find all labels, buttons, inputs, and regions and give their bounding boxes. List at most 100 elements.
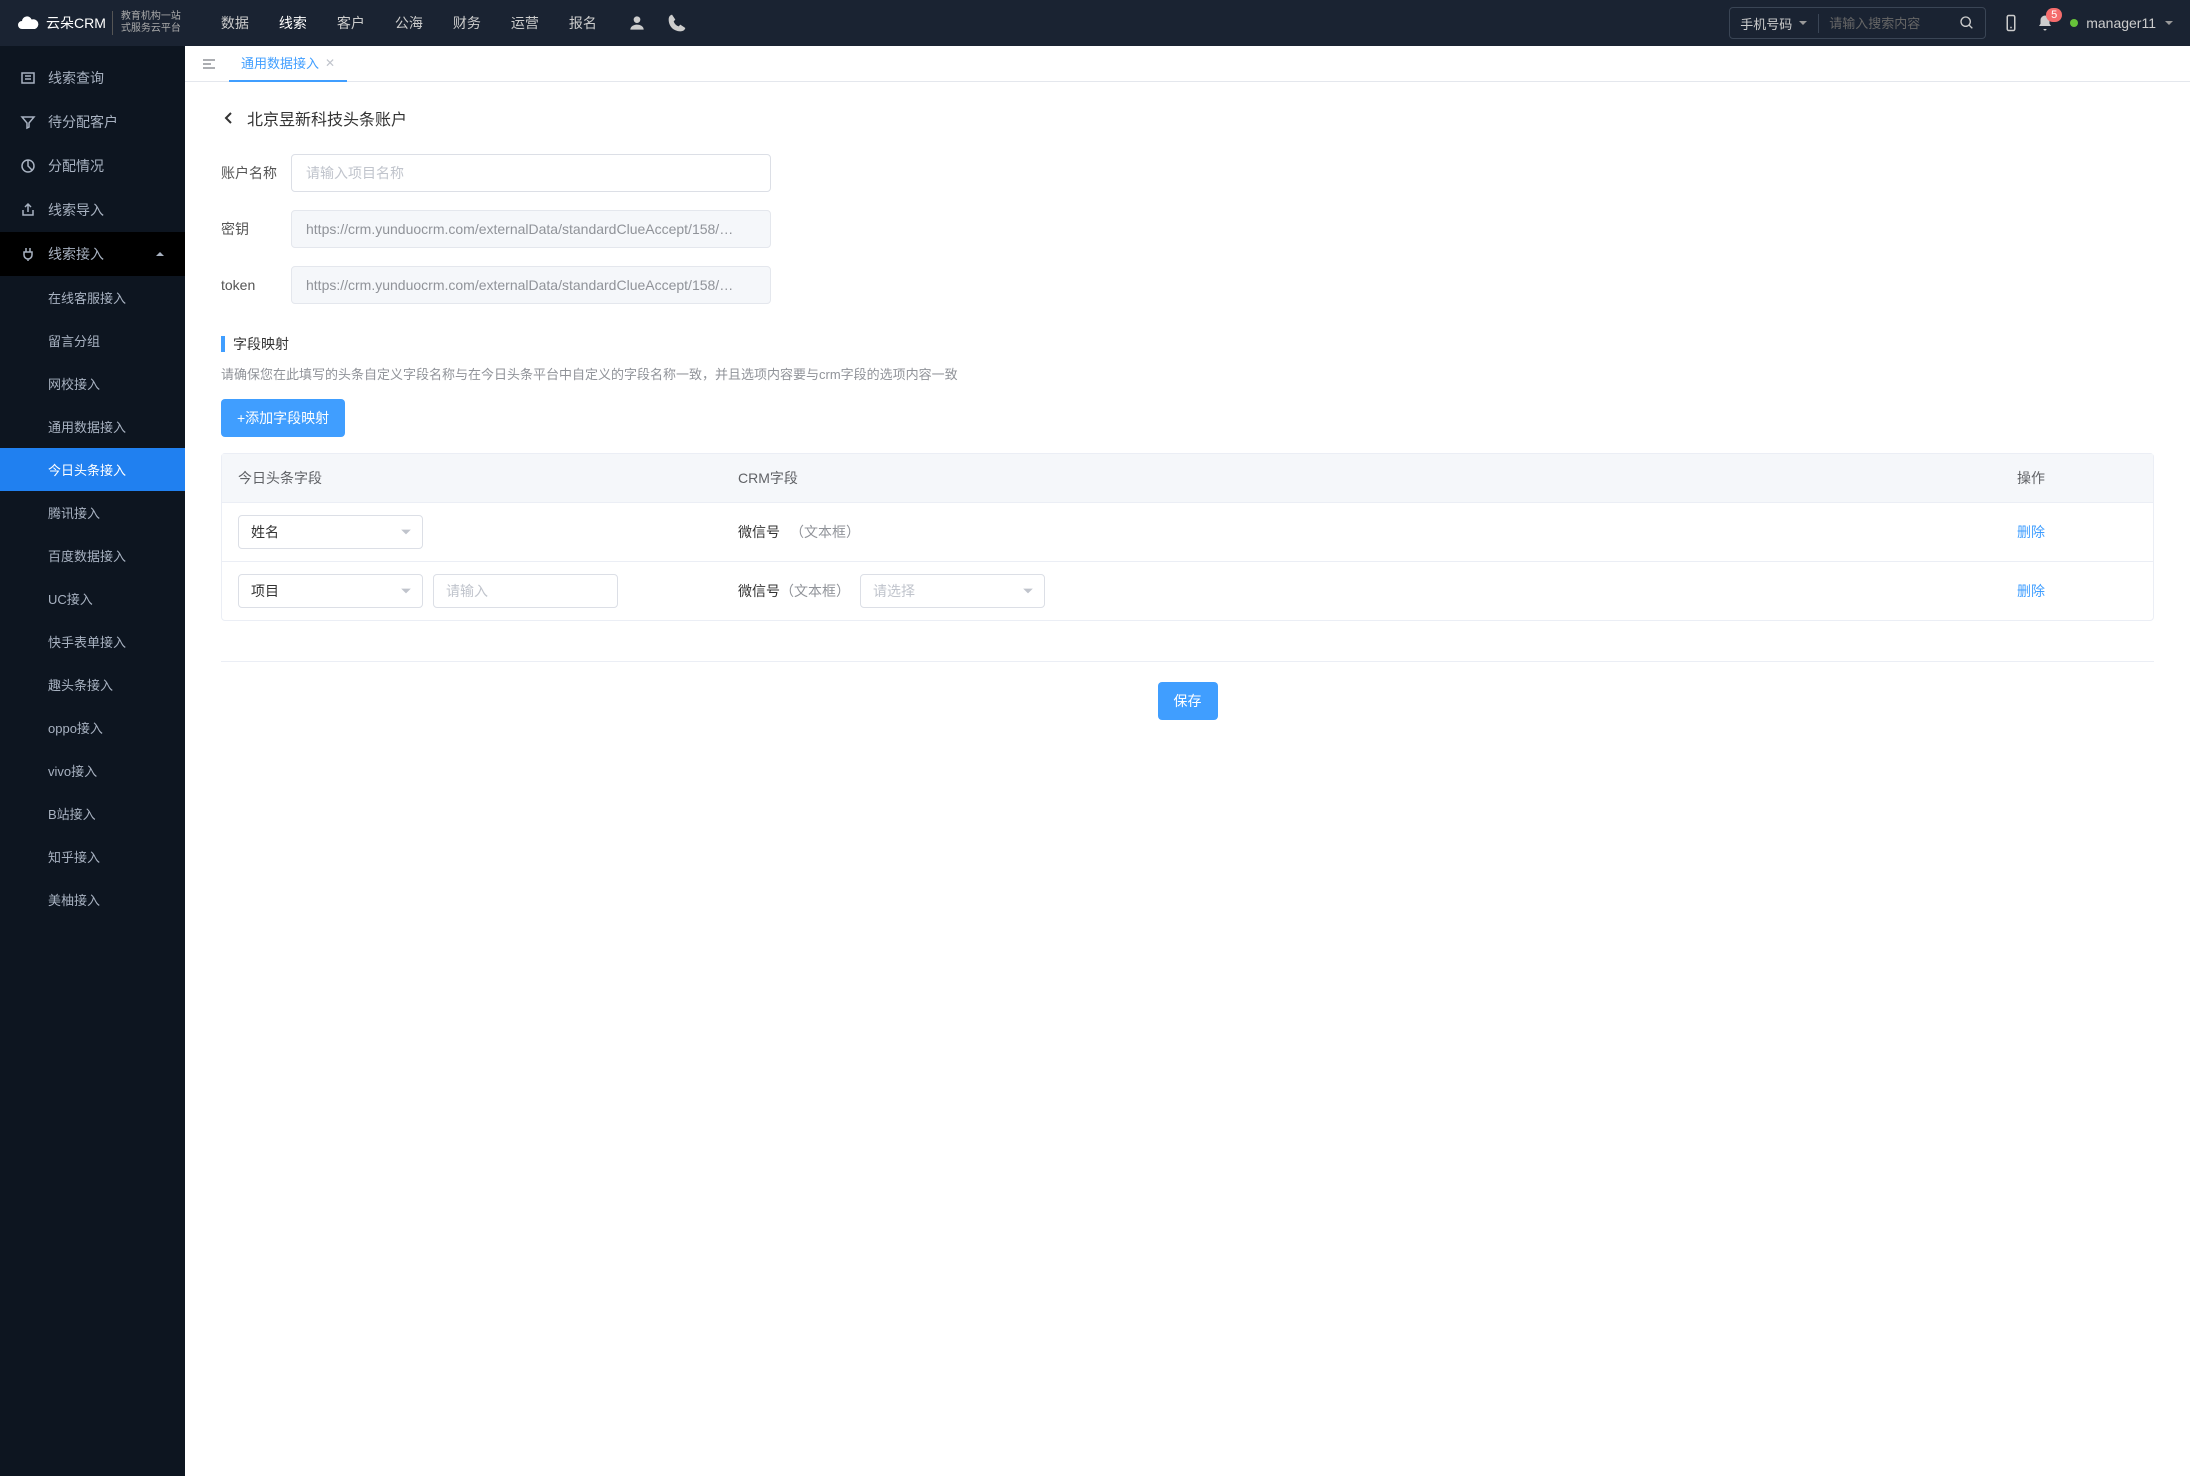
username: manager11 — [2086, 15, 2156, 31]
chevron-down-icon — [2164, 18, 2174, 28]
sidebar-sub-item[interactable]: 知乎接入 — [0, 835, 185, 878]
table-row: 项目 微信号（文本框） 请选择 删除 — [222, 561, 2153, 620]
sidebar-sub-item[interactable]: 今日头条接入 — [0, 448, 185, 491]
delete-row-button[interactable]: 删除 — [2017, 524, 2045, 540]
footer: 保存 — [221, 661, 2154, 740]
search-group: 手机号码 — [1729, 7, 1986, 39]
sidebar-sub-item[interactable]: 腾讯接入 — [0, 491, 185, 534]
sidebar-sub-item[interactable]: 快手表单接入 — [0, 620, 185, 663]
sidebar-item-import[interactable]: 线索导入 — [0, 188, 185, 232]
crm-field-label: 微信号 — [738, 522, 780, 542]
back-button[interactable] — [221, 110, 237, 126]
crm-field-type: （文本框） — [780, 583, 850, 599]
collapse-sidebar-button[interactable] — [197, 56, 221, 72]
sidebar-item-pending[interactable]: 待分配客户 — [0, 100, 185, 144]
toutiao-field-select[interactable]: 项目 — [238, 574, 423, 608]
main-content: 通用数据接入 ✕ 北京昱新科技头条账户 账户名称 密钥 token — [185, 46, 2190, 1476]
sidebar-item-distribution[interactable]: 分配情况 — [0, 144, 185, 188]
breadcrumb: 北京昱新科技头条账户 — [221, 106, 2154, 130]
chevron-down-icon — [400, 526, 412, 538]
column-toutiao: 今日头条字段 — [238, 468, 738, 488]
user-menu[interactable]: manager11 — [2070, 15, 2174, 31]
chevron-down-icon — [400, 585, 412, 597]
nav-ops[interactable]: 运营 — [511, 1, 539, 45]
tabs-bar: 通用数据接入 ✕ — [185, 46, 2190, 82]
crm-field-select[interactable]: 请选择 — [860, 574, 1045, 608]
page-title: 北京昱新科技头条账户 — [247, 106, 407, 130]
search-type-select[interactable]: 手机号码 — [1730, 14, 1819, 33]
token-label: token — [221, 277, 291, 293]
nav-leads[interactable]: 线索 — [279, 1, 307, 45]
sidebar-sub-item[interactable]: UC接入 — [0, 577, 185, 620]
sidebar-sub-item[interactable]: vivo接入 — [0, 749, 185, 792]
section-hint: 请确保您在此填写的头条自定义字段名称与在今日头条平台中自定义的字段名称一致，并且… — [221, 364, 2154, 383]
export-icon — [20, 202, 36, 218]
sidebar-sub-item[interactable]: 通用数据接入 — [0, 405, 185, 448]
pie-icon — [20, 158, 36, 174]
chevron-up-icon — [155, 249, 165, 259]
logo-subtitle: 教育机构一站 式服务云平台 — [112, 11, 181, 35]
main-nav: 数据 线索 客户 公海 财务 运营 报名 — [221, 1, 597, 45]
account-name-input[interactable] — [291, 154, 771, 192]
form-row-secret: 密钥 — [221, 210, 2154, 248]
column-action: 操作 — [2017, 468, 2137, 488]
search-button[interactable] — [1949, 15, 1985, 31]
nav-customers[interactable]: 客户 — [337, 1, 365, 45]
save-button[interactable]: 保存 — [1158, 682, 1218, 720]
mobile-icon[interactable] — [2002, 14, 2020, 32]
sidebar-item-integration[interactable]: 线索接入 — [0, 232, 185, 276]
column-crm: CRM字段 — [738, 468, 2017, 488]
status-dot-icon — [2070, 19, 2078, 27]
table-header: 今日头条字段 CRM字段 操作 — [222, 454, 2153, 502]
chevron-down-icon — [1798, 18, 1808, 28]
chevron-down-icon — [1022, 585, 1034, 597]
plug-icon — [20, 246, 36, 262]
chevron-left-icon — [221, 110, 237, 126]
logo-text: 云朵CRM — [46, 13, 106, 33]
sidebar-sub-item[interactable]: 美柚接入 — [0, 878, 185, 921]
header: 云朵CRM 教育机构一站 式服务云平台 数据 线索 客户 公海 财务 运营 报名… — [0, 0, 2190, 46]
sidebar-sub-item[interactable]: 网校接入 — [0, 362, 185, 405]
cloud-icon — [16, 11, 40, 35]
token-input[interactable] — [291, 266, 771, 304]
header-right: 手机号码 5 manager11 — [1729, 7, 2174, 39]
delete-row-button[interactable]: 删除 — [2017, 583, 2045, 599]
secret-label: 密钥 — [221, 219, 291, 239]
secret-input[interactable] — [291, 210, 771, 248]
section-bar-icon — [221, 336, 225, 352]
sidebar-sub-item[interactable]: 百度数据接入 — [0, 534, 185, 577]
bell-icon[interactable]: 5 — [2036, 14, 2054, 32]
sidebar-sub-item[interactable]: B站接入 — [0, 792, 185, 835]
toutiao-field-select[interactable]: 姓名 — [238, 515, 423, 549]
sidebar-sub-item[interactable]: 在线客服接入 — [0, 276, 185, 319]
tab-general-data[interactable]: 通用数据接入 ✕ — [229, 46, 347, 82]
list-icon — [20, 70, 36, 86]
layout: 线索查询 待分配客户 分配情况 线索导入 线索接入 在线客服接入留言分组网校接入… — [0, 46, 2190, 1476]
table-row: 姓名 微信号 （文本框） 删除 — [222, 502, 2153, 561]
sidebar-sub-item[interactable]: oppo接入 — [0, 706, 185, 749]
nav-data[interactable]: 数据 — [221, 1, 249, 45]
phone-icon[interactable] — [667, 13, 687, 33]
notification-badge: 5 — [2046, 8, 2062, 22]
nav-finance[interactable]: 财务 — [453, 1, 481, 45]
crm-field-type: （文本框） — [790, 522, 860, 542]
nav-pool[interactable]: 公海 — [395, 1, 423, 45]
add-mapping-button[interactable]: +添加字段映射 — [221, 399, 345, 437]
menu-icon — [201, 56, 217, 72]
filter-icon — [20, 114, 36, 130]
header-icons — [627, 13, 687, 33]
user-add-icon[interactable] — [627, 13, 647, 33]
tab-close-button[interactable]: ✕ — [325, 56, 335, 70]
section-header: 字段映射 — [221, 334, 2154, 354]
sidebar-sub-item[interactable]: 留言分组 — [0, 319, 185, 362]
form-row-token: token — [221, 266, 2154, 304]
nav-enroll[interactable]: 报名 — [569, 1, 597, 45]
search-icon — [1959, 15, 1975, 31]
section-title: 字段映射 — [233, 334, 289, 354]
page-content: 北京昱新科技头条账户 账户名称 密钥 token 字段映射 请确保您在此填写的头… — [185, 82, 2190, 1476]
sidebar-item-lead-query[interactable]: 线索查询 — [0, 56, 185, 100]
search-input[interactable] — [1819, 16, 1949, 31]
sidebar-sub-item[interactable]: 趣头条接入 — [0, 663, 185, 706]
sidebar: 线索查询 待分配客户 分配情况 线索导入 线索接入 在线客服接入留言分组网校接入… — [0, 46, 185, 1476]
toutiao-field-input[interactable] — [433, 574, 618, 608]
